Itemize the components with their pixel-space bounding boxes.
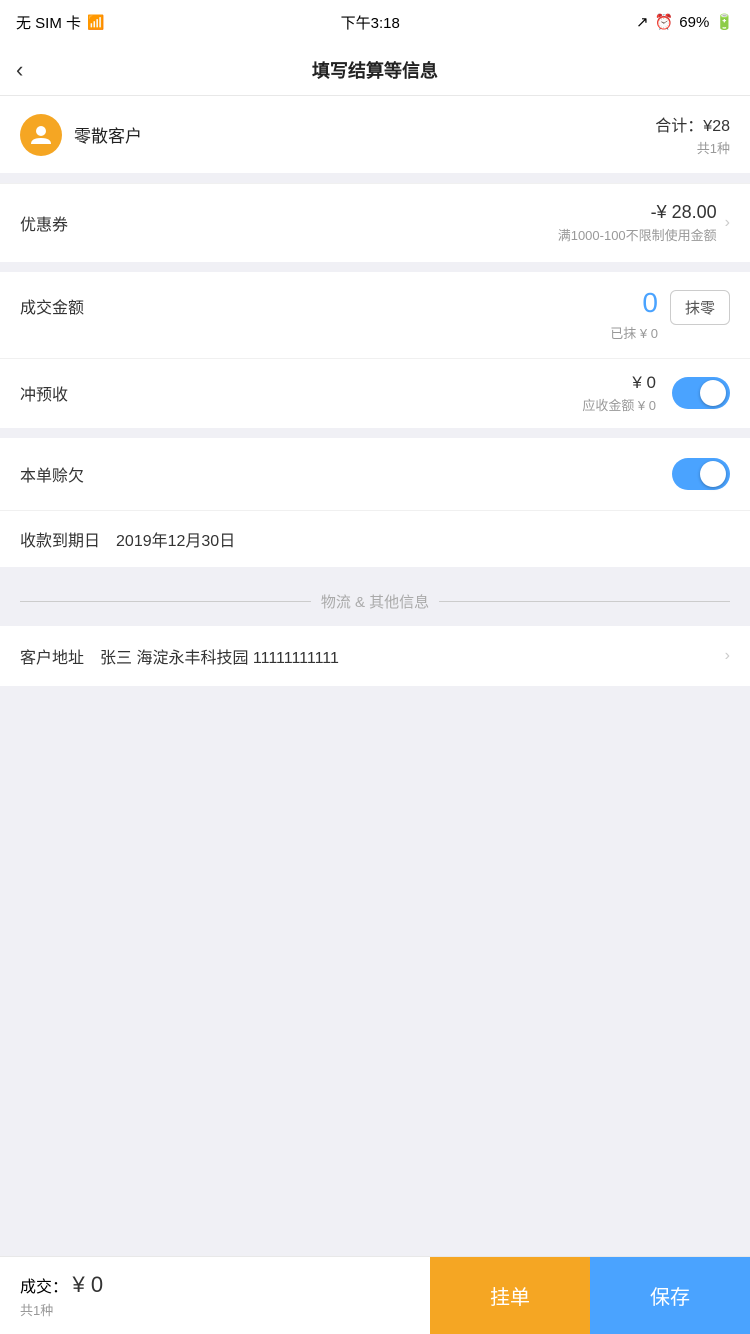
logistics-line-right <box>439 601 730 602</box>
sim-signal: 无 SIM 卡 <box>16 12 81 33</box>
duedate-row: 收款到期日 2019年12月30日 <box>0 510 750 567</box>
avatar <box>20 114 62 156</box>
debt-section: 本单赊欠 收款到期日 2019年12月30日 <box>0 438 750 567</box>
prepay-toggle[interactable] <box>672 377 730 409</box>
deal-amount-value: 0 <box>610 288 658 319</box>
deal-section: 成交金额 0 已抹 ¥ 0 抹零 冲预收 ¥ 0 应收金额 ¥ 0 <box>0 272 750 428</box>
page-title: 填写结算等信息 <box>312 57 438 83</box>
address-row[interactable]: 客户地址 张三 海淀永丰科技园 11111111111 › <box>0 626 750 686</box>
prepay-row: 冲预收 ¥ 0 应收金额 ¥ 0 <box>0 358 750 428</box>
back-button[interactable]: ‹ <box>16 53 31 87</box>
bottom-bar: 成交： ¥ 0 共1种 挂单 保存 <box>0 1256 750 1334</box>
debt-toggle-thumb <box>700 461 726 487</box>
address-section[interactable]: 客户地址 张三 海淀永丰科技园 11111111111 › <box>0 626 750 686</box>
prepay-toggle-track <box>672 377 730 409</box>
wifi-icon: 📶 <box>87 14 104 31</box>
customer-total: 合计：¥28 共1种 <box>655 112 730 157</box>
person-icon <box>28 122 54 148</box>
debt-row: 本单赊欠 <box>0 438 750 510</box>
prepay-value-block: ¥ 0 应收金额 ¥ 0 <box>582 373 656 414</box>
logistics-header: 物流 & 其他信息 <box>0 577 750 626</box>
address-label: 客户地址 <box>20 644 84 668</box>
customer-name: 零散客户 <box>74 122 142 147</box>
battery-text: 69% <box>679 14 709 31</box>
status-right: ↗ ⏰ 69% 🔋 <box>636 13 734 31</box>
coupon-desc: 满1000-100不限制使用金额 <box>558 225 717 244</box>
duedate-value: 2019年12月30日 <box>116 527 235 551</box>
address-chevron: › <box>725 647 730 665</box>
bottom-deal-label: 成交： <box>20 1279 68 1296</box>
prepay-sub: 应收金额 ¥ 0 <box>582 395 656 414</box>
bottom-deal-value: ¥ 0 <box>72 1272 103 1297</box>
coupon-amount: -¥ 28.00 <box>558 202 717 223</box>
deal-sub: 已抹 ¥ 0 <box>610 323 658 342</box>
customer-section: 零散客户 合计：¥28 共1种 <box>0 96 750 173</box>
debt-toggle-track <box>672 458 730 490</box>
battery-icon: 🔋 <box>715 13 734 31</box>
save-button[interactable]: 保存 <box>590 1257 750 1334</box>
prepay-amount: ¥ 0 <box>582 373 656 393</box>
content: 零散客户 合计：¥28 共1种 优惠券 -¥ 28.00 满1000-100不限… <box>0 96 750 786</box>
bottom-summary: 成交： ¥ 0 共1种 <box>0 1272 430 1319</box>
prepay-toggle-thumb <box>700 380 726 406</box>
debt-label: 本单赊欠 <box>20 462 84 486</box>
duedate-label: 收款到期日 <box>20 527 100 551</box>
deal-right: 0 已抹 ¥ 0 抹零 <box>610 288 730 342</box>
address-value: 张三 海淀永丰科技园 11111111111 <box>100 644 725 668</box>
deal-amount-row: 成交金额 0 已抹 ¥ 0 抹零 <box>0 272 750 358</box>
coupon-right: -¥ 28.00 满1000-100不限制使用金额 › <box>558 202 730 244</box>
deal-label: 成交金额 <box>20 288 84 318</box>
alarm-icon: ⏰ <box>655 13 674 31</box>
nav-bar: ‹ 填写结算等信息 <box>0 44 750 96</box>
status-bar: 无 SIM 卡 📶 下午3:18 ↗ ⏰ 69% 🔋 <box>0 0 750 44</box>
customer-row: 零散客户 合计：¥28 共1种 <box>0 96 750 173</box>
bottom-deal-line: 成交： ¥ 0 <box>20 1272 410 1298</box>
customer-left: 零散客户 <box>20 114 142 156</box>
coupon-section[interactable]: 优惠券 -¥ 28.00 满1000-100不限制使用金额 › <box>0 183 750 262</box>
logistics-label: 物流 & 其他信息 <box>321 591 429 612</box>
location-icon: ↗ <box>636 13 649 31</box>
deal-value-block: 0 已抹 ¥ 0 <box>610 288 658 342</box>
status-left: 无 SIM 卡 📶 <box>16 12 104 33</box>
bottom-count: 共1种 <box>20 1300 410 1319</box>
hold-button[interactable]: 挂单 <box>430 1257 590 1334</box>
prepay-right: ¥ 0 应收金额 ¥ 0 <box>582 373 730 414</box>
coupon-row[interactable]: 优惠券 -¥ 28.00 满1000-100不限制使用金额 › <box>0 183 750 262</box>
debt-toggle[interactable] <box>672 458 730 490</box>
coupon-value-block: -¥ 28.00 满1000-100不限制使用金额 <box>558 202 717 244</box>
total-count: 共1种 <box>655 138 730 157</box>
prepay-label: 冲预收 <box>20 381 68 405</box>
total-label: 合计：¥28 <box>655 112 730 136</box>
coupon-chevron: › <box>725 214 730 232</box>
round-button[interactable]: 抹零 <box>670 290 730 325</box>
status-time: 下午3:18 <box>341 12 400 33</box>
coupon-label: 优惠券 <box>20 211 68 235</box>
logistics-line-left <box>20 601 311 602</box>
